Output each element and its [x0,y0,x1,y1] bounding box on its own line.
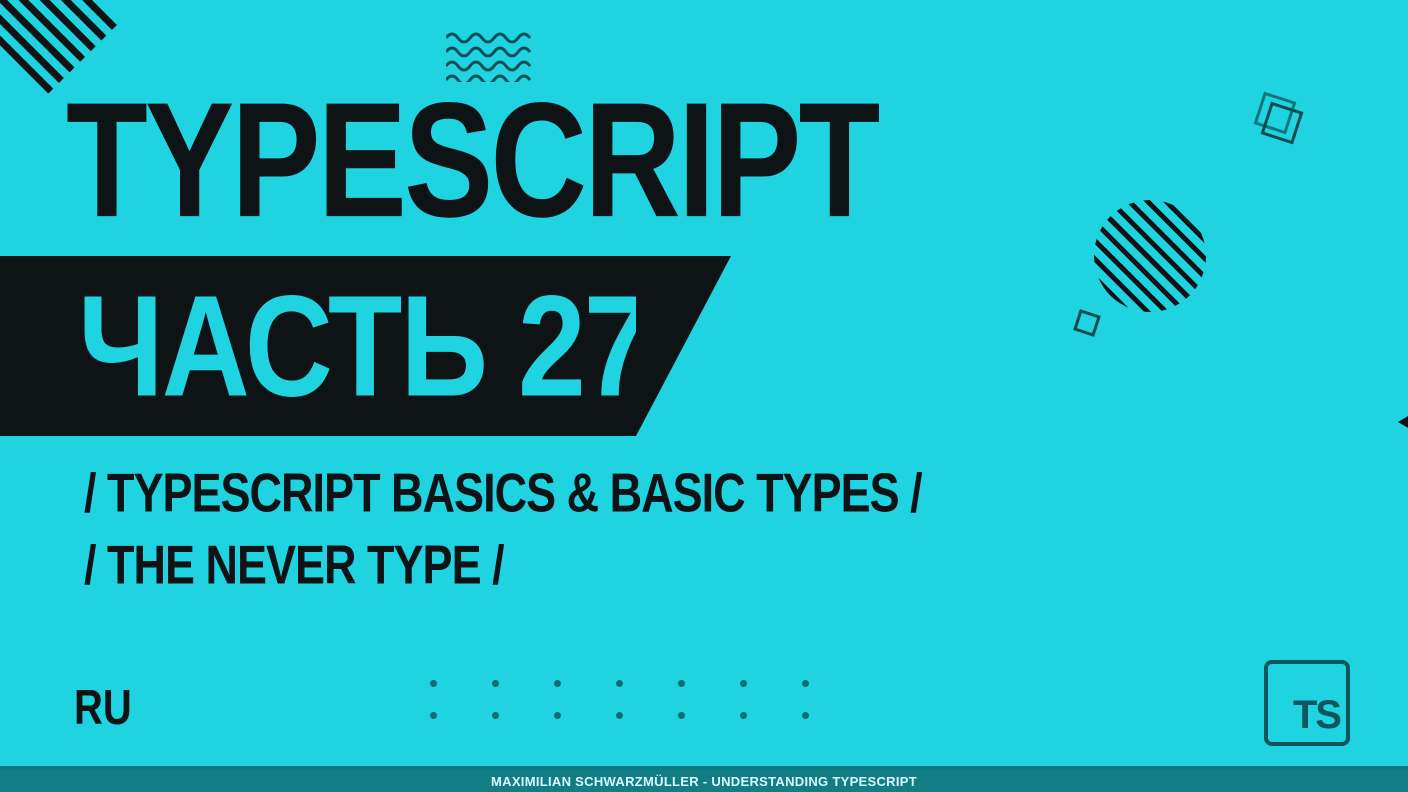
typescript-badge-label: TS [1293,693,1340,738]
dot-grid-decoration [430,680,810,720]
part-banner: ЧАСТЬ 27 [0,256,636,436]
typescript-badge: TS [1264,660,1350,746]
subtitle-line-2: / THE NEVER TYPE / [84,536,504,594]
language-tag: RU [74,681,132,736]
triangle-decoration [1398,396,1408,448]
part-banner-text: ЧАСТЬ 27 [78,263,650,428]
square-outline-decoration [1073,309,1101,337]
footer-stripe: MAXIMILIAN SCHWARZMÜLLER - UNDERSTANDING… [0,766,1408,792]
slide-title: TYPESCRIPT [66,88,877,235]
subtitle-line-1: / TYPESCRIPT BASICS & BASIC TYPES / [84,464,922,522]
footer-text: MAXIMILIAN SCHWARZMÜLLER - UNDERSTANDING… [491,774,917,789]
hatched-circle-decoration [1094,200,1206,312]
